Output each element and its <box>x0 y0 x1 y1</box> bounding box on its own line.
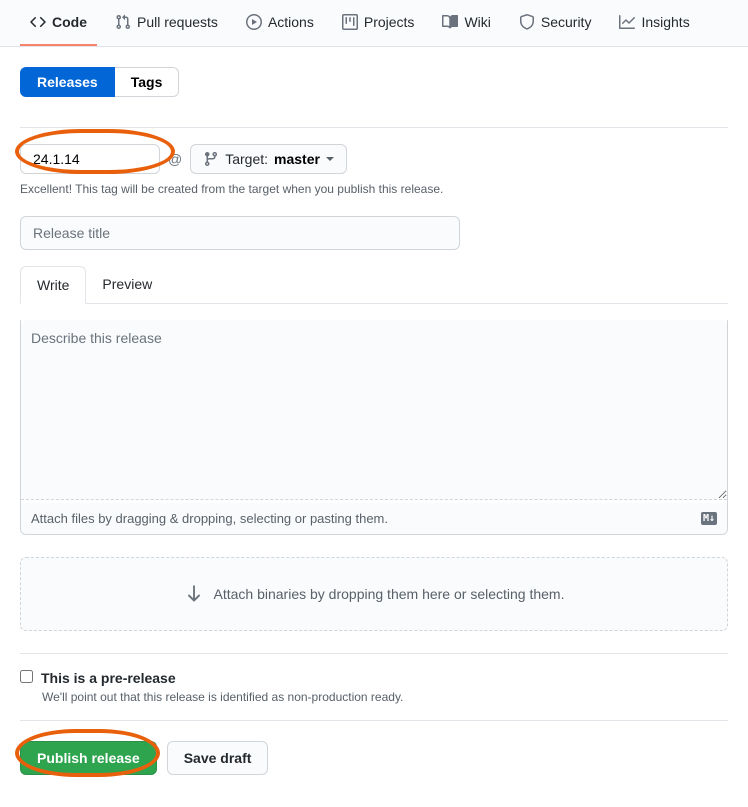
tag-hint: Excellent! This tag will be created from… <box>20 182 728 196</box>
attach-hint-text: Attach files by dragging & dropping, sel… <box>31 511 388 526</box>
preview-tab[interactable]: Preview <box>86 266 168 303</box>
at-symbol: @ <box>168 151 182 167</box>
tag-input[interactable] <box>20 144 160 174</box>
publish-button[interactable]: Publish release <box>20 741 157 775</box>
target-prefix: Target: <box>225 151 268 167</box>
description-textarea[interactable] <box>21 320 727 500</box>
prerelease-section: This is a pre-release We'll point out th… <box>20 653 728 704</box>
git-branch-icon <box>203 151 219 167</box>
tab-code-label: Code <box>52 14 87 30</box>
tab-wiki-label: Wiki <box>464 14 490 30</box>
subnav: Releases Tags <box>20 67 728 97</box>
tab-insights[interactable]: Insights <box>609 0 699 46</box>
editor-body: Attach files by dragging & dropping, sel… <box>20 320 728 535</box>
repo-nav: Code Pull requests Actions Projects Wiki… <box>0 0 748 47</box>
prerelease-label: This is a pre-release <box>41 670 176 686</box>
chevron-down-icon <box>326 157 334 165</box>
shield-icon <box>519 14 535 30</box>
tab-security[interactable]: Security <box>509 0 602 46</box>
tag-target-row: @ Target: master <box>20 144 728 174</box>
target-branch-name: master <box>274 151 320 167</box>
actions-row: Publish release Save draft <box>20 720 728 775</box>
binary-hint-text: Attach binaries by dropping them here or… <box>214 586 565 602</box>
binary-dropzone[interactable]: Attach binaries by dropping them here or… <box>20 557 728 631</box>
git-pull-request-icon <box>115 14 131 30</box>
separator <box>20 127 728 128</box>
markdown-icon: M↓ <box>701 512 717 525</box>
write-tab[interactable]: Write <box>20 266 86 304</box>
graph-icon <box>619 14 635 30</box>
tab-projects-label: Projects <box>364 14 415 30</box>
tab-actions[interactable]: Actions <box>236 0 324 46</box>
arrow-down-icon <box>184 583 204 605</box>
prerelease-hint: We'll point out that this release is ide… <box>42 690 728 704</box>
book-icon <box>442 14 458 30</box>
tab-security-label: Security <box>541 14 592 30</box>
tab-pulls-label: Pull requests <box>137 14 218 30</box>
tab-projects[interactable]: Projects <box>332 0 425 46</box>
project-icon <box>342 14 358 30</box>
save-draft-button[interactable]: Save draft <box>167 741 269 775</box>
tab-wiki[interactable]: Wiki <box>432 0 500 46</box>
tab-pulls[interactable]: Pull requests <box>105 0 228 46</box>
target-branch-button[interactable]: Target: master <box>190 144 347 174</box>
prerelease-checkbox[interactable] <box>20 670 33 683</box>
tab-code[interactable]: Code <box>20 0 97 46</box>
subnav-tags[interactable]: Tags <box>115 67 180 97</box>
tab-actions-label: Actions <box>268 14 314 30</box>
play-icon <box>246 14 262 30</box>
release-title-input[interactable] <box>20 216 460 250</box>
code-icon <box>30 14 46 30</box>
subnav-releases[interactable]: Releases <box>20 67 115 97</box>
attach-hint-bar[interactable]: Attach files by dragging & dropping, sel… <box>21 503 727 534</box>
editor-tabs: Write Preview <box>20 266 728 304</box>
tab-insights-label: Insights <box>641 14 689 30</box>
